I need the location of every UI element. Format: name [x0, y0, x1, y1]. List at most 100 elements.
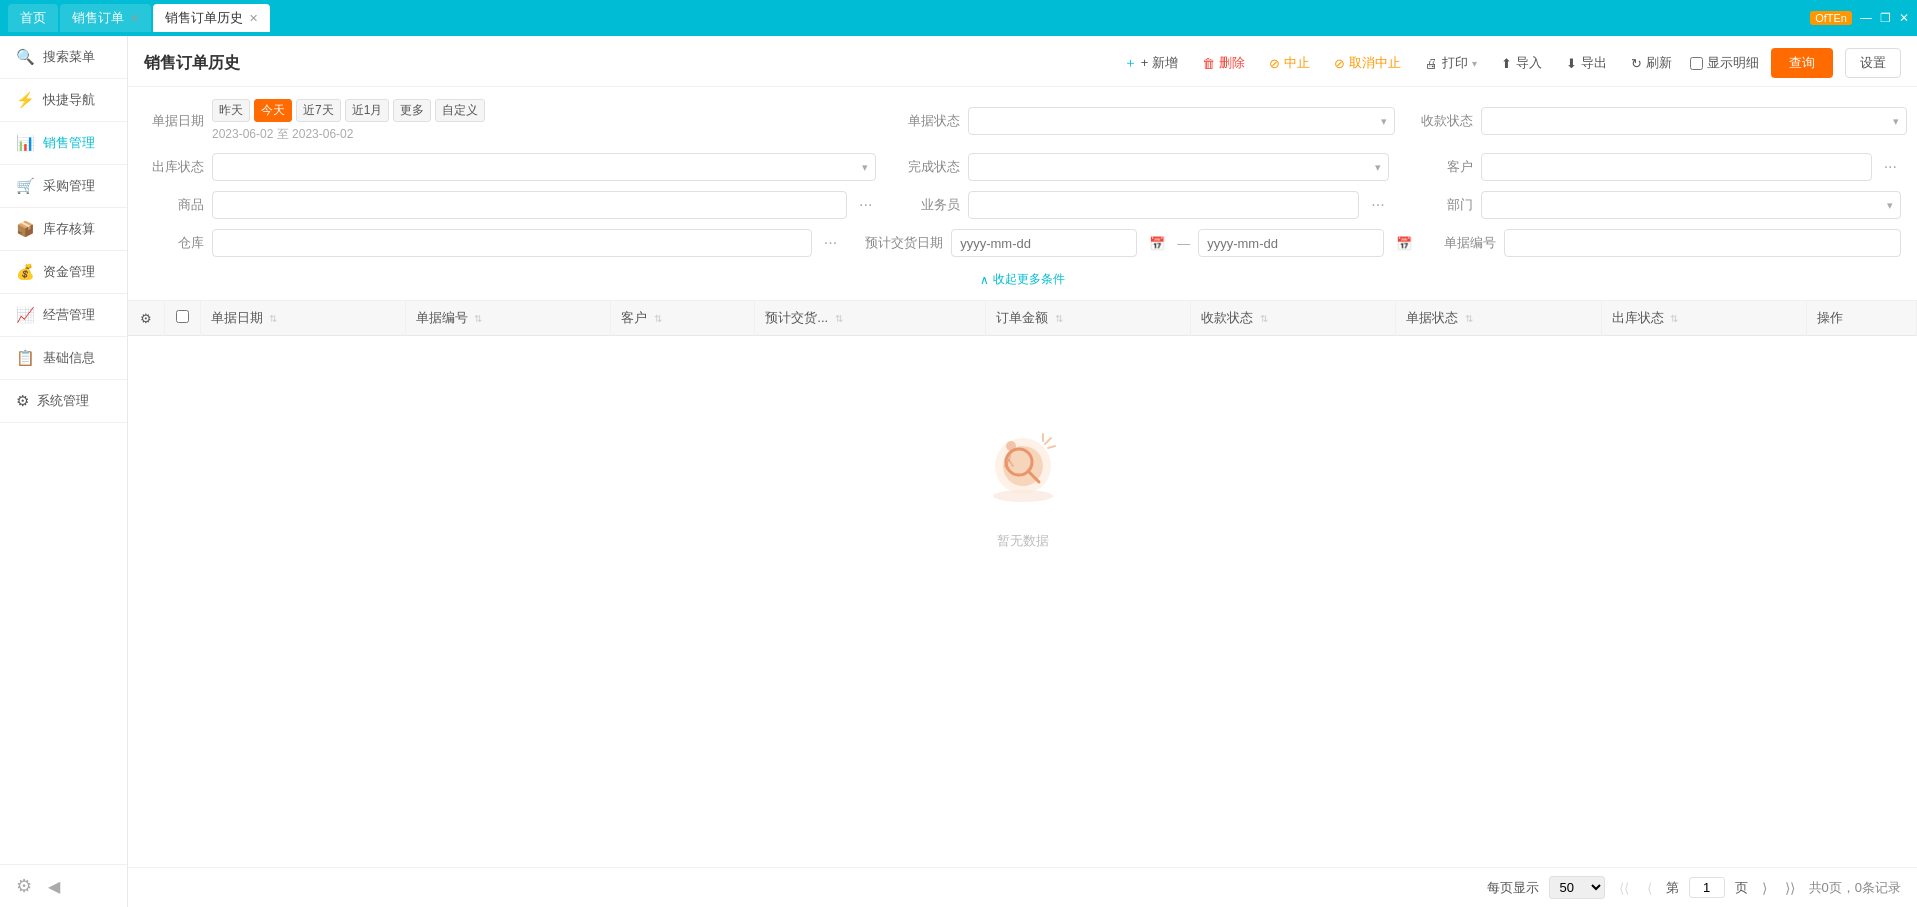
col-date-sort[interactable]: ⇅ [269, 313, 277, 324]
sidebar-collapse-icon[interactable]: ◀ [48, 877, 60, 896]
payment-status-select[interactable] [1481, 107, 1907, 135]
delete-icon: 🗑 [1202, 56, 1215, 71]
date-from-text: 2023-06-02 [212, 127, 273, 141]
calendar-from-icon[interactable]: 📅 [1149, 236, 1165, 251]
date-7days-btn[interactable]: 近7天 [296, 99, 341, 122]
print-label: 打印 [1442, 54, 1468, 72]
sidebar-item-sales-mgmt[interactable]: 📊 销售管理 [0, 122, 127, 165]
col-date-label: 单据日期 [211, 310, 263, 325]
filter-collapse[interactable]: ∧ 收起更多条件 [144, 267, 1901, 288]
query-button[interactable]: 查询 [1771, 48, 1833, 78]
date-today-btn[interactable]: 今天 [254, 99, 292, 122]
print-button[interactable]: 🖨 打印 ▾ [1419, 50, 1483, 76]
base-info-icon: 📋 [16, 349, 35, 367]
set-button[interactable]: 设置 [1845, 48, 1901, 78]
sidebar-item-finance[interactable]: 💰 资金管理 [0, 251, 127, 294]
page-input[interactable] [1689, 877, 1725, 898]
customer-input[interactable] [1481, 153, 1872, 181]
minimize-icon[interactable]: — [1860, 11, 1872, 25]
top-bar-right: OfTEn — ❐ ✕ [1810, 11, 1909, 25]
sidebar-item-sys-mgmt[interactable]: ⚙ 系统管理 [0, 380, 127, 423]
top-bar: 首页 销售订单 ✕ 销售订单历史 ✕ OfTEn — ❐ ✕ [0, 0, 1917, 36]
tab-sales-order-close[interactable]: ✕ [130, 12, 139, 25]
sidebar-item-operations-label: 经营管理 [43, 306, 95, 324]
export-icon: ⬇ [1566, 56, 1577, 71]
col-action-label: 操作 [1817, 310, 1843, 325]
tab-sales-order[interactable]: 销售订单 ✕ [60, 4, 151, 32]
tab-home[interactable]: 首页 [8, 4, 58, 32]
col-out-status-sort[interactable]: ⇅ [1670, 313, 1678, 324]
sidebar-bottom: ⚙ ◀ [0, 864, 127, 907]
delivery-date-from[interactable] [951, 229, 1137, 257]
salesperson-input[interactable] [968, 191, 1359, 219]
select-all-checkbox[interactable] [176, 310, 189, 323]
payment-status-select-wrap [1481, 107, 1907, 135]
new-button[interactable]: ＋ + 新增 [1118, 50, 1184, 76]
sidebar-item-finance-label: 资金管理 [43, 263, 95, 281]
finance-icon: 💰 [16, 263, 35, 281]
first-page-btn[interactable]: ⟨⟨ [1615, 878, 1633, 898]
tab-sales-history-close[interactable]: ✕ [249, 12, 258, 25]
delete-button[interactable]: 🗑 删除 [1196, 50, 1251, 76]
warehouse-dots[interactable]: ··· [820, 234, 841, 252]
stop-button[interactable]: ⊘ 中止 [1263, 50, 1316, 76]
cancel-stop-button[interactable]: ⊘ 取消中止 [1328, 50, 1407, 76]
complete-status-select[interactable] [968, 153, 1388, 181]
col-settings[interactable]: ⚙ [128, 301, 164, 336]
col-checkbox[interactable] [164, 301, 200, 336]
goods-dots[interactable]: ··· [855, 196, 876, 214]
inventory-icon: 📦 [16, 220, 35, 238]
per-page-select[interactable]: 10 20 50 100 [1549, 876, 1605, 899]
empty-text: 暂无数据 [997, 532, 1049, 550]
col-payment-status-sort[interactable]: ⇅ [1260, 313, 1268, 324]
import-button[interactable]: ⬆ 导入 [1495, 50, 1548, 76]
calendar-to-icon[interactable]: 📅 [1396, 236, 1412, 251]
out-status-select[interactable] [212, 153, 876, 181]
sidebar-item-inventory[interactable]: 📦 库存核算 [0, 208, 127, 251]
customer-dots[interactable]: ··· [1880, 158, 1901, 176]
doc-status-select[interactable] [968, 107, 1394, 135]
sidebar-settings-icon[interactable]: ⚙ [16, 875, 32, 897]
sidebar-item-operations[interactable]: 📈 经营管理 [0, 294, 127, 337]
next-page-btn[interactable]: ⟩ [1758, 878, 1771, 898]
date-label: 单据日期 [144, 112, 204, 130]
toolbar: ＋ + 新增 🗑 删除 ⊘ 中止 ⊘ 取消中止 [1118, 48, 1901, 78]
empty-state: 暂无数据 [128, 336, 1917, 590]
restore-icon[interactable]: ❐ [1880, 11, 1891, 25]
refresh-button[interactable]: ↻ 刷新 [1625, 50, 1678, 76]
warehouse-input[interactable] [212, 229, 812, 257]
svg-line-6 [1048, 446, 1055, 448]
date-custom-btn[interactable]: 自定义 [435, 99, 485, 122]
prev-page-btn[interactable]: ⟨ [1643, 878, 1656, 898]
date-yesterday-btn[interactable]: 昨天 [212, 99, 250, 122]
top-tabs: 首页 销售订单 ✕ 销售订单历史 ✕ [8, 4, 1810, 32]
delivery-date-to[interactable] [1198, 229, 1384, 257]
col-delivery-sort[interactable]: ⇅ [835, 313, 843, 324]
date-range-text: 2023-06-02 至 2023-06-02 [212, 126, 876, 143]
delete-label: 删除 [1219, 54, 1245, 72]
table-settings-icon[interactable]: ⚙ [140, 311, 152, 326]
date-1month-btn[interactable]: 近1月 [345, 99, 390, 122]
col-no-sort[interactable]: ⇅ [474, 313, 482, 324]
export-button[interactable]: ⬇ 导出 [1560, 50, 1613, 76]
dept-select[interactable] [1481, 191, 1901, 219]
col-doc-status-sort[interactable]: ⇅ [1465, 313, 1473, 324]
col-customer-sort[interactable]: ⇅ [654, 313, 662, 324]
sidebar-item-quick-nav[interactable]: ⚡ 快捷导航 [0, 79, 127, 122]
print-icon: 🖨 [1425, 56, 1438, 71]
close-window-icon[interactable]: ✕ [1899, 11, 1909, 25]
date-more-btn[interactable]: 更多 [393, 99, 431, 122]
show-details-checkbox[interactable]: 显示明细 [1690, 54, 1759, 72]
show-details-input[interactable] [1690, 57, 1703, 70]
goods-input[interactable] [212, 191, 847, 219]
salesperson-dots[interactable]: ··· [1367, 196, 1388, 214]
last-page-btn[interactable]: ⟩⟩ [1781, 878, 1799, 898]
doc-no-input[interactable] [1504, 229, 1901, 257]
tab-sales-history[interactable]: 销售订单历史 ✕ [153, 4, 270, 32]
sidebar-item-base-info[interactable]: 📋 基础信息 [0, 337, 127, 380]
sidebar-item-search-menu[interactable]: 🔍 搜索菜单 [0, 36, 127, 79]
col-amount-sort[interactable]: ⇅ [1055, 313, 1063, 324]
date-separator: 至 [277, 127, 292, 141]
col-doc-status: 单据状态 ⇅ [1396, 301, 1601, 336]
sidebar-item-purchase-mgmt[interactable]: 🛒 采购管理 [0, 165, 127, 208]
